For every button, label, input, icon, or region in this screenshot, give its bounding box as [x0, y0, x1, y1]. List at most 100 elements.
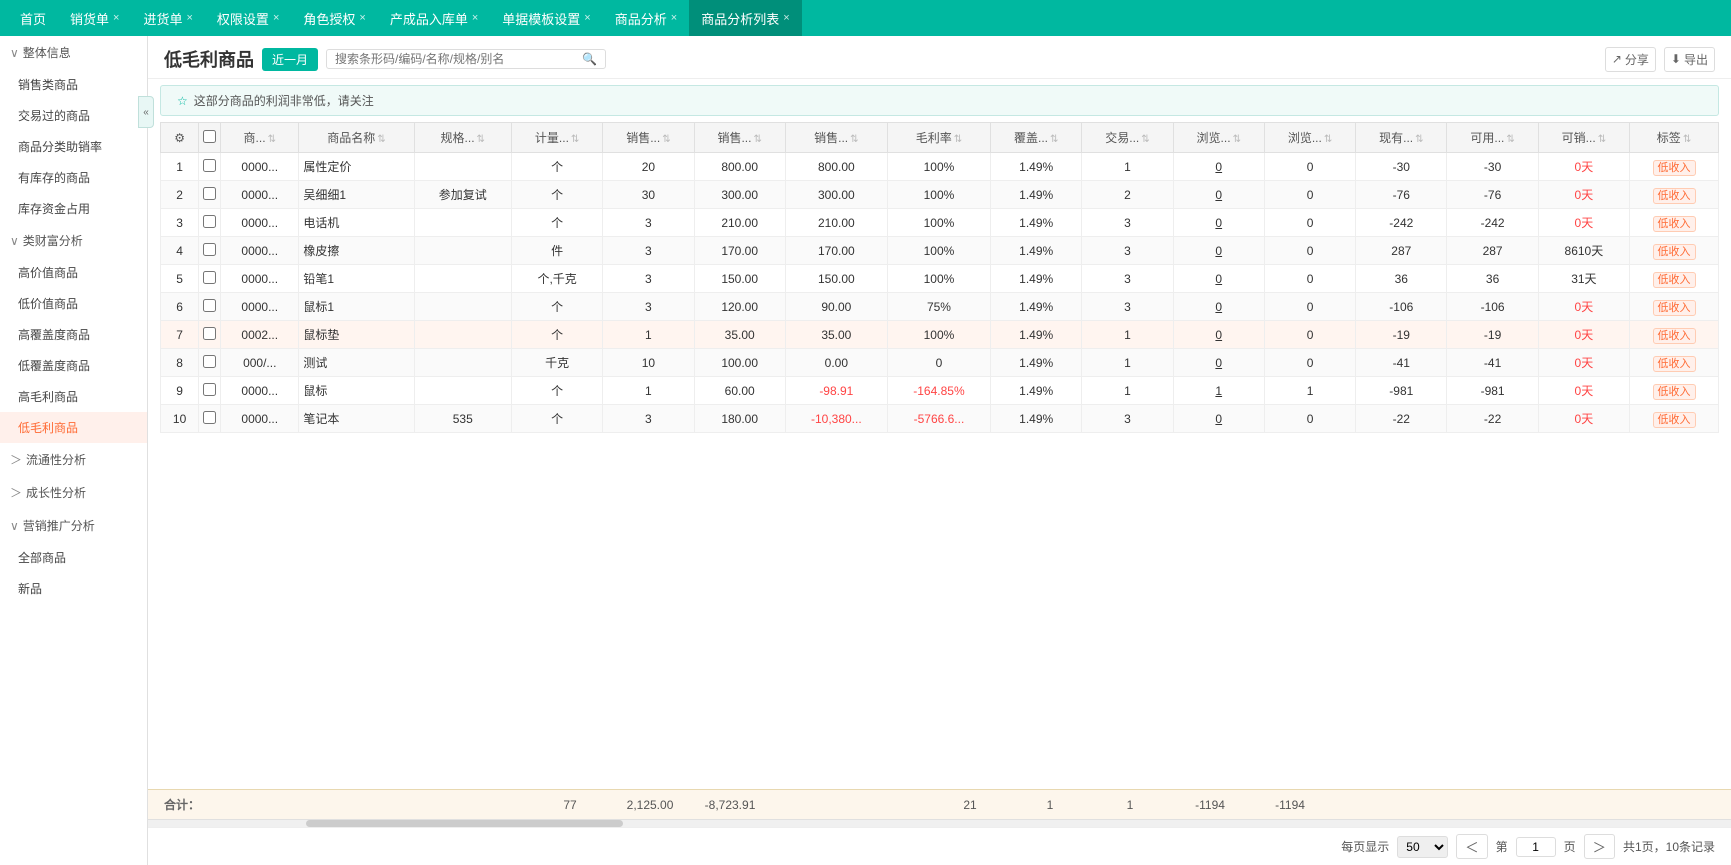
col-settings[interactable]: ⚙	[161, 123, 199, 153]
table-row[interactable]: 9 0000... 鼠标 个 1 60.00 -98.91 -164.85% 1…	[161, 377, 1719, 405]
sidebar-item-sales-goods[interactable]: 销售类商品	[0, 69, 147, 100]
cell-checkbox[interactable]	[199, 153, 221, 181]
cell-views1[interactable]: 0	[1173, 405, 1264, 433]
cell-checkbox[interactable]	[199, 377, 221, 405]
nav-sales-close[interactable]: ×	[113, 12, 119, 24]
nav-home[interactable]: 首页	[8, 0, 58, 36]
col-gross-margin[interactable]: 毛利率⇅	[887, 123, 990, 153]
col-sales-price[interactable]: 销售...⇅	[694, 123, 785, 153]
sidebar-item-low-value[interactable]: 低价值商品	[0, 288, 147, 319]
sidebar-item-high-coverage[interactable]: 高覆盖度商品	[0, 319, 147, 350]
col-tag[interactable]: 标签⇅	[1630, 123, 1719, 153]
sidebar-item-traded-goods[interactable]: 交易过的商品	[0, 100, 147, 131]
col-current-stock[interactable]: 现有...⇅	[1356, 123, 1447, 153]
cell-sellable-days: 0天	[1538, 377, 1629, 405]
col-transactions[interactable]: 交易...⇅	[1082, 123, 1173, 153]
nav-finished-goods[interactable]: 产成品入库单 ×	[378, 0, 490, 36]
nav-sales[interactable]: 销货单 ×	[58, 0, 131, 36]
select-all-checkbox[interactable]	[203, 130, 216, 143]
nav-finished-goods-close[interactable]: ×	[472, 12, 478, 24]
col-views1[interactable]: 浏览...⇅	[1173, 123, 1264, 153]
sidebar-collapse-btn[interactable]: «	[138, 96, 154, 128]
page-size-select[interactable]: 50 100 200	[1397, 836, 1448, 858]
cell-checkbox[interactable]	[199, 293, 221, 321]
nav-template-settings-close[interactable]: ×	[584, 12, 590, 24]
cell-checkbox[interactable]	[199, 405, 221, 433]
page-number-input[interactable]	[1516, 837, 1556, 857]
cell-gross-margin: 100%	[887, 265, 990, 293]
table-row[interactable]: 1 0000... 属性定价 个 20 800.00 800.00 100% 1…	[161, 153, 1719, 181]
sidebar-item-low-coverage[interactable]: 低覆盖度商品	[0, 350, 147, 381]
sidebar-item-new-goods[interactable]: 新品	[0, 573, 147, 604]
sidebar-group-overall[interactable]: ∨ 整体信息	[0, 36, 147, 69]
sidebar-item-all-goods[interactable]: 全部商品	[0, 542, 147, 573]
filter-recent-month-btn[interactable]: 近一月	[262, 48, 318, 71]
nav-purchase[interactable]: 进货单 ×	[131, 0, 204, 36]
col-views2[interactable]: 浏览...⇅	[1264, 123, 1355, 153]
share-btn[interactable]: ↗ 分享	[1605, 47, 1656, 72]
table-row[interactable]: 6 0000... 鼠标1 个 3 120.00 90.00 75% 1.49%…	[161, 293, 1719, 321]
cell-checkbox[interactable]	[199, 265, 221, 293]
cell-views1[interactable]: 0	[1173, 153, 1264, 181]
sidebar-group-growth[interactable]: ＞ 成长性分析	[0, 476, 147, 509]
sidebar-item-stock-capital[interactable]: 库存资金占用	[0, 193, 147, 224]
nav-product-analysis[interactable]: 商品分析 ×	[603, 0, 689, 36]
nav-roles[interactable]: 角色授权 ×	[291, 0, 377, 36]
cell-unit: 个	[511, 377, 602, 405]
table-row[interactable]: 3 0000... 电话机 个 3 210.00 210.00 100% 1.4…	[161, 209, 1719, 237]
next-page-btn[interactable]: ＞	[1584, 834, 1615, 859]
nav-product-analysis-close[interactable]: ×	[671, 12, 677, 24]
nav-roles-close[interactable]: ×	[359, 12, 365, 24]
table-row[interactable]: 7 0002... 鼠标垫 个 1 35.00 35.00 100% 1.49%…	[161, 321, 1719, 349]
search-input[interactable]	[335, 52, 578, 66]
export-btn[interactable]: ⬇ 导出	[1664, 47, 1715, 72]
cell-views1[interactable]: 0	[1173, 265, 1264, 293]
cell-views1[interactable]: 0	[1173, 321, 1264, 349]
table-row[interactable]: 4 0000... 橡皮擦 件 3 170.00 170.00 100% 1.4…	[161, 237, 1719, 265]
cell-views1[interactable]: 0	[1173, 237, 1264, 265]
horizontal-scrollbar[interactable]	[148, 819, 1731, 827]
table-row[interactable]: 10 0000... 笔记本 535 个 3 180.00 -10,380...…	[161, 405, 1719, 433]
table-row[interactable]: 5 0000... 铅笔1 个,千克 3 150.00 150.00 100% …	[161, 265, 1719, 293]
col-spec[interactable]: 规格...⇅	[414, 123, 511, 153]
sidebar-item-low-margin[interactable]: 低毛利商品	[0, 412, 147, 443]
sidebar-item-high-margin[interactable]: 高毛利商品	[0, 381, 147, 412]
sidebar-group-circulation[interactable]: ＞ 流通性分析	[0, 443, 147, 476]
cell-views1[interactable]: 0	[1173, 293, 1264, 321]
cell-views1[interactable]: 0	[1173, 209, 1264, 237]
cell-views1[interactable]: 0	[1173, 349, 1264, 377]
col-available-stock[interactable]: 可用...⇅	[1447, 123, 1538, 153]
cell-views2: 0	[1264, 209, 1355, 237]
cell-views1[interactable]: 0	[1173, 181, 1264, 209]
nav-product-analysis-list-close[interactable]: ×	[783, 12, 789, 24]
col-checkbox[interactable]	[199, 123, 221, 153]
col-unit[interactable]: 计量...⇅	[511, 123, 602, 153]
sidebar-group-wealth[interactable]: ∨ 类财富分析	[0, 224, 147, 257]
sidebar-item-stock-goods[interactable]: 有库存的商品	[0, 162, 147, 193]
nav-purchase-close[interactable]: ×	[186, 12, 192, 24]
cell-checkbox[interactable]	[199, 181, 221, 209]
col-name[interactable]: 商品名称⇅	[299, 123, 414, 153]
sidebar-item-high-value[interactable]: 高价值商品	[0, 257, 147, 288]
cell-views1[interactable]: 1	[1173, 377, 1264, 405]
col-sellable-days[interactable]: 可销...⇅	[1538, 123, 1629, 153]
table-row[interactable]: 2 0000... 吴细细1 参加复试 个 30 300.00 300.00 1…	[161, 181, 1719, 209]
cell-checkbox[interactable]	[199, 349, 221, 377]
col-code[interactable]: 商...⇅	[221, 123, 299, 153]
footer-current-stock: -1194	[1180, 798, 1240, 812]
prev-page-btn[interactable]: ＜	[1456, 834, 1487, 859]
col-coverage[interactable]: 覆盖...⇅	[991, 123, 1082, 153]
sidebar-group-marketing[interactable]: ∨ 营销推广分析	[0, 509, 147, 542]
col-sales-qty[interactable]: 销售...⇅	[603, 123, 694, 153]
nav-permissions-close[interactable]: ×	[273, 12, 279, 24]
cell-gross-margin: 100%	[887, 321, 990, 349]
cell-checkbox[interactable]	[199, 321, 221, 349]
sidebar-item-category-rate[interactable]: 商品分类助销率	[0, 131, 147, 162]
cell-checkbox[interactable]	[199, 209, 221, 237]
col-sales-amount[interactable]: 销售...⇅	[785, 123, 887, 153]
nav-product-analysis-list[interactable]: 商品分析列表 ×	[689, 0, 801, 36]
cell-checkbox[interactable]	[199, 237, 221, 265]
nav-template-settings[interactable]: 单据模板设置 ×	[490, 0, 602, 36]
nav-permissions[interactable]: 权限设置 ×	[205, 0, 291, 36]
table-row[interactable]: 8 000/... 测试 千克 10 100.00 0.00 0 1.49% 1…	[161, 349, 1719, 377]
